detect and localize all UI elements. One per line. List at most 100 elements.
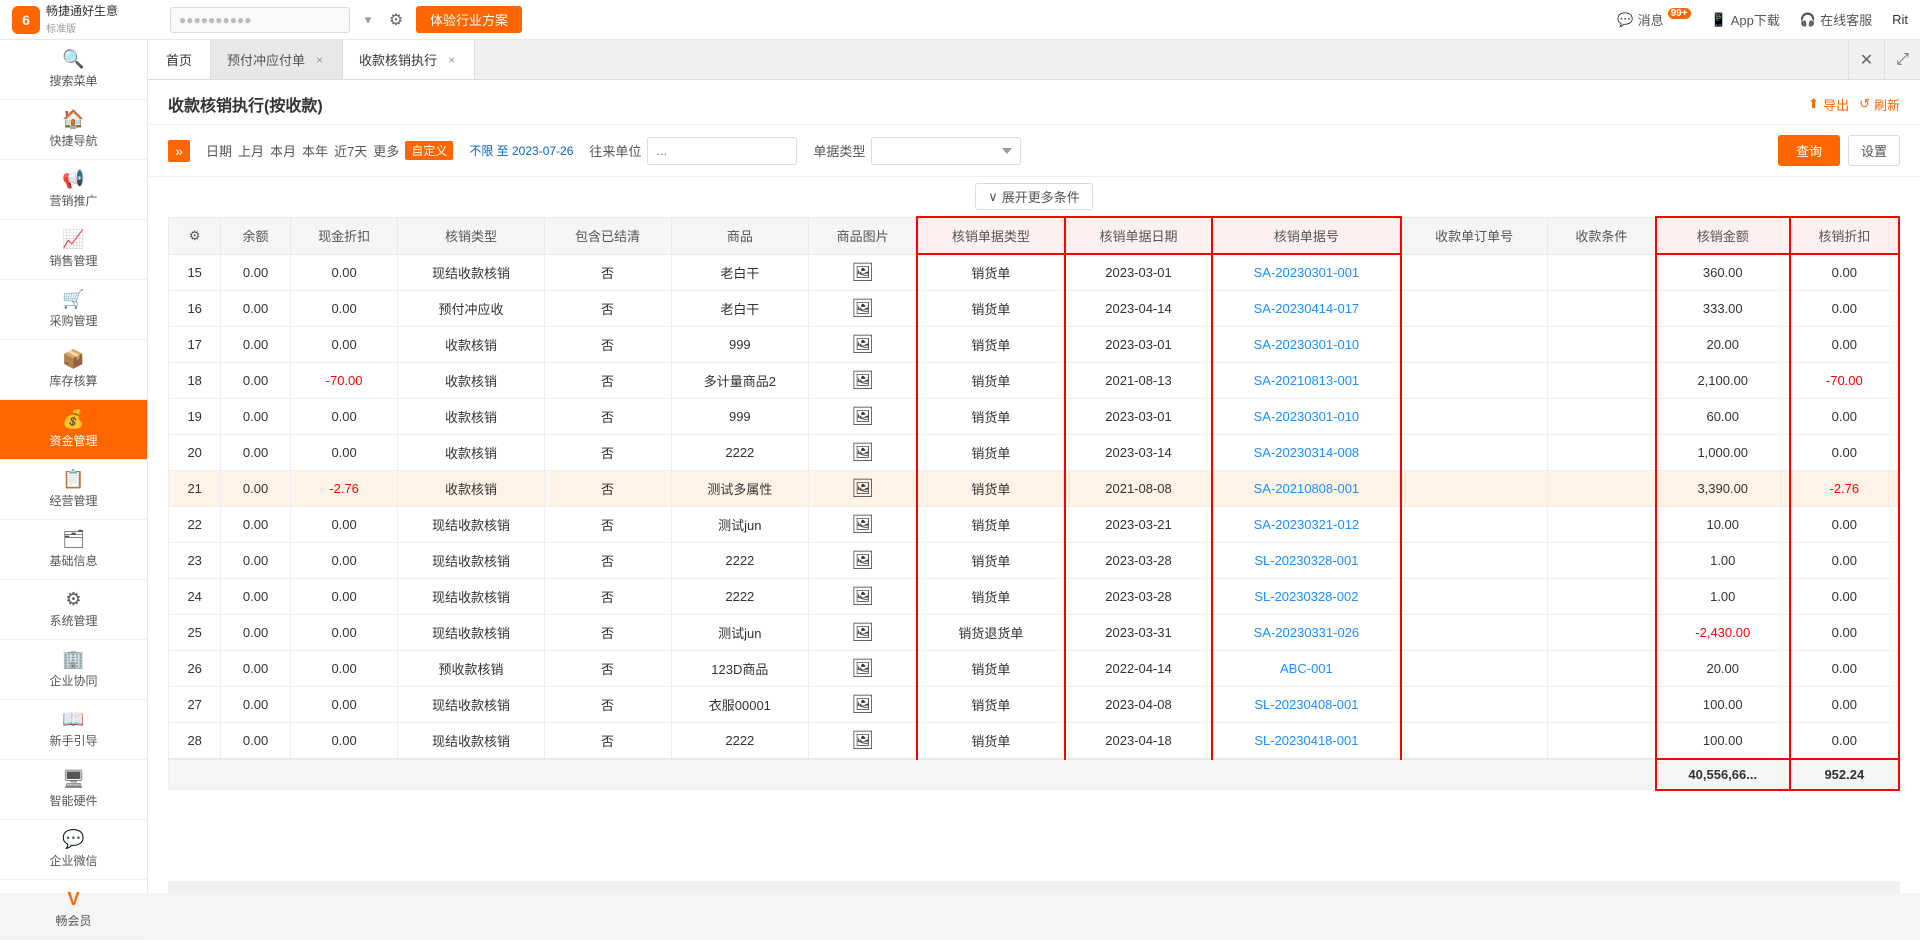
sidebar-item-member[interactable]: V 畅会员 [0,880,147,940]
date-last-month[interactable]: 上月 [238,141,264,160]
filter-bar: » 日期 上月 本月 本年 近7天 更多 自定义 不限 至 2023-07-26… [148,125,1920,177]
user-name[interactable]: Rit [1892,12,1908,27]
table-row: 22 0.00 0.00 现结收款核销 否 测试jun 🖼 销货单 2023-0… [169,506,1900,542]
corp-icon: 🏢 [62,650,84,668]
table-row: 27 0.00 0.00 现结收款核销 否 衣服00001 🖼 销货单 2023… [169,686,1900,722]
tab-receipt-verify-close[interactable]: × [445,52,458,68]
page-content: 收款核销执行(按收款) ⬆ 导出 ↺ 刷新 » 日期 上月 [148,80,1920,893]
query-button[interactable]: 查询 [1778,135,1840,166]
th-product-img: 商品图片 [809,217,917,254]
gear-icon[interactable]: ⚙ [386,10,406,30]
verify-bill-no-link[interactable]: SA-20210813-001 [1254,373,1360,388]
expand-more-button[interactable]: ∨ 展开更多条件 [975,183,1093,210]
inventory-icon: 📦 [62,350,84,368]
tab-prepay[interactable]: 预付冲应付单 × [211,40,343,79]
sidebar-item-quick-nav[interactable]: 🏠 快捷导航 [0,100,147,160]
sidebar-item-guide[interactable]: 📖 新手引导 [0,700,147,760]
verify-bill-no-link[interactable]: SA-20230414-017 [1254,301,1360,316]
verify-bill-no-link[interactable]: SA-20210808-001 [1254,481,1360,496]
tab-maximize-button[interactable]: ⤢ [1884,40,1920,80]
sidebar-item-device[interactable]: 🖥 智能硬件 [0,760,147,820]
verify-bill-no-link[interactable]: SA-20230321-012 [1254,517,1360,532]
th-verify-amount: 核销金额 [1656,217,1790,254]
table-footer: 40,556,66... 952.24 [169,759,1900,790]
th-balance: 余额 [221,217,290,254]
th-receipt-condition: 收款条件 [1547,217,1655,254]
verify-bill-no-link[interactable]: SL-20230408-001 [1254,697,1358,712]
expand-more-bar: ∨ 展开更多条件 [168,177,1900,216]
sidebar-item-search-menu[interactable]: 🔍 搜索菜单 [0,40,147,100]
tab-close-button[interactable]: ✕ [1848,40,1884,80]
verify-bill-no-link[interactable]: SL-20230328-002 [1254,589,1358,604]
quick-nav-icon: 🏠 [62,110,84,128]
footer-verify-amount: 40,556,66... [1656,759,1790,790]
filter-expand-button[interactable]: » [168,140,190,162]
dropdown-icon[interactable]: ▾ [360,12,376,28]
notification-bell[interactable]: 💬 消息 99+ [1617,10,1690,29]
verify-bill-no-link[interactable]: SA-20230331-026 [1254,625,1360,640]
export-button[interactable]: ⬆ 导出 [1808,95,1849,114]
base-icon: 🗂 [62,530,85,548]
verify-bill-no-link[interactable]: SL-20230418-001 [1254,733,1358,748]
verify-bill-no-link[interactable]: SA-20230301-001 [1254,265,1360,280]
date-this-month[interactable]: 本月 [270,141,296,160]
page-title: 收款核销执行(按收款) [168,92,323,116]
date-this-year[interactable]: 本年 [302,141,328,160]
tab-bar: 首页 预付冲应付单 × 收款核销执行 × ✕ ⤢ [148,40,1920,80]
sidebar-item-system[interactable]: ⚙ 系统管理 [0,580,147,640]
app-download-link[interactable]: 📱 App下载 [1711,10,1780,29]
date-more[interactable]: 更多 [373,141,399,160]
sales-icon: 📈 [62,230,84,248]
table-row: 20 0.00 0.00 收款核销 否 2222 🖼 销货单 2023-03-1… [169,434,1900,470]
verify-bill-no-link[interactable]: SA-20230301-010 [1254,409,1360,424]
notif-count-badge: 99+ [1668,8,1691,19]
date-filter-group: 日期 上月 本月 本年 近7天 更多 自定义 [206,141,453,160]
logo-area: 6 畅捷通好生意 标准版 [12,4,160,35]
bill-type-select[interactable] [871,137,1021,165]
table-scrollbar[interactable] [168,881,1900,893]
sidebar-item-wechat[interactable]: 💬 企业微信 [0,820,147,880]
table-row: 16 0.00 0.00 预付冲应收 否 老白干 🖼 销货单 2023-04-1… [169,290,1900,326]
system-icon: ⚙ [65,590,81,608]
table-row: 15 0.00 0.00 现结收款核销 否 老白干 🖼 销货单 2023-03-… [169,254,1900,290]
tab-receipt-verify[interactable]: 收款核销执行 × [343,40,475,79]
verify-bill-no-link[interactable]: SA-20230314-008 [1254,445,1360,460]
sidebar-item-sales[interactable]: 📈 销售管理 [0,220,147,280]
th-verify-bill-no: 核销单据号 [1212,217,1400,254]
sidebar-item-finance[interactable]: 💰 资金管理 [0,400,147,460]
purchase-icon: 🛒 [62,290,84,308]
date-last-7days[interactable]: 近7天 [334,141,367,160]
logo-text: 畅捷通好生意 [46,4,118,20]
sidebar-item-inventory[interactable]: 📦 库存核算 [0,340,147,400]
refresh-button[interactable]: ↺ 刷新 [1859,95,1900,114]
sidebar-item-marketing[interactable]: 📢 营销推广 [0,160,147,220]
verify-bill-no-link[interactable]: SA-20230301-010 [1254,337,1360,352]
sidebar-item-base[interactable]: 🗂 基础信息 [0,520,147,580]
from-unit-input[interactable] [647,137,797,165]
top-bar: 6 畅捷通好生意 标准版 ●●●●●●●●●● ▾ ⚙ 体验行业方案 💬 消息 … [0,0,1920,40]
sidebar-item-corp[interactable]: 🏢 企业协同 [0,640,147,700]
online-service-link[interactable]: 🎧 在线客服 [1800,10,1872,29]
top-right-actions: 💬 消息 99+ 📱 App下载 🎧 在线客服 Rit [1617,10,1908,29]
verify-bill-no-link[interactable]: SL-20230328-001 [1254,553,1358,568]
date-custom[interactable]: 自定义 [405,141,453,160]
table-area: ∨ 展开更多条件 ⚙ 余额 现金折扣 核销类型 包含已结清 [148,177,1920,893]
th-settings[interactable]: ⚙ [169,217,221,254]
th-product: 商品 [671,217,809,254]
sidebar-item-purchase[interactable]: 🛒 采购管理 [0,280,147,340]
page-header-actions: ⬆ 导出 ↺ 刷新 [1808,95,1900,114]
industry-button[interactable]: 体验行业方案 [416,6,522,33]
tab-prepay-close[interactable]: × [313,52,326,68]
sidebar-item-manage[interactable]: 📋 经营管理 [0,460,147,520]
verify-bill-no-link[interactable]: ABC-001 [1280,661,1333,676]
th-cash-discount: 现金折扣 [290,217,398,254]
page-header: 收款核销执行(按收款) ⬆ 导出 ↺ 刷新 [148,80,1920,125]
table-row: 26 0.00 0.00 预收款核销 否 123D商品 🖼 销货单 2022-0… [169,650,1900,686]
tab-home[interactable]: 首页 [148,40,211,79]
setting-button[interactable]: 设置 [1848,135,1900,166]
top-search-box: ●●●●●●●●●● [170,7,350,33]
table-scroll-area[interactable]: ⚙ 余额 现金折扣 核销类型 包含已结清 商品 商品图片 核销单据类型 核销单据… [168,216,1900,881]
logo-badge: 标准版 [46,20,118,35]
table-row: 17 0.00 0.00 收款核销 否 999 🖼 销货单 2023-03-01… [169,326,1900,362]
th-verify-type: 核销类型 [398,217,544,254]
